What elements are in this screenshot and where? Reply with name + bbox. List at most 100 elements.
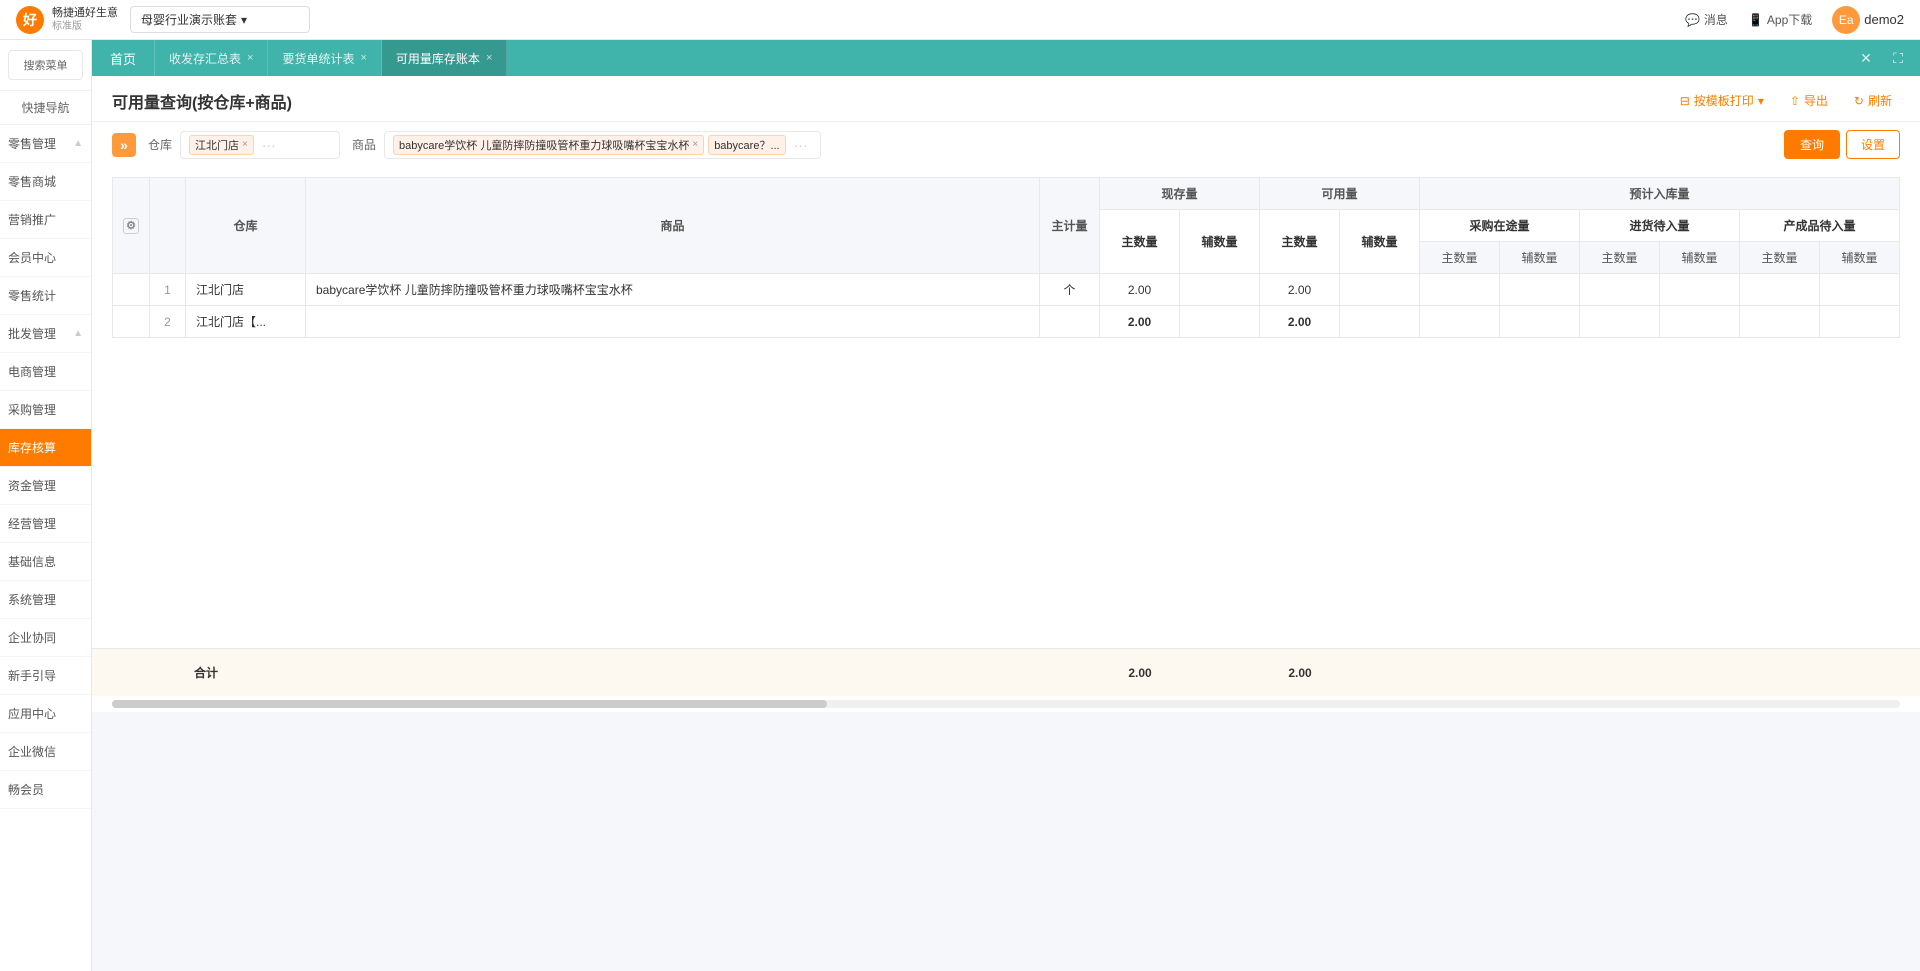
sidebar-item-wholesale[interactable]: 批发管理 ▲ [0,315,91,353]
print-chevron-icon: ▾ [1758,94,1764,108]
sidebar-item-basic-info[interactable]: 基础信息 [0,543,91,581]
total-purchase-main [1420,657,1500,688]
quick-nav-area[interactable]: 快捷导航 [0,91,91,125]
quick-nav-link[interactable]: 快捷导航 [8,99,83,116]
goods-tag-1-close[interactable]: × [692,139,698,150]
chevron-icon: ▲ [73,138,83,149]
sidebar-item-system[interactable]: 系统管理 [0,581,91,619]
message-button[interactable]: 💬 消息 [1685,11,1728,28]
user-menu[interactable]: Ea demo2 [1832,6,1904,34]
refresh-button[interactable]: ↻ 刷新 [1846,88,1900,113]
page-footer: 合计 2.00 2.00 [92,648,1920,696]
goods-tag-1[interactable]: babycare学饮杯 儿童防摔防撞吸管杯重力球吸嘴杯宝宝水杯 × [393,135,704,155]
setting-button[interactable]: 设置 [1846,130,1900,159]
warehouse-tag-close[interactable]: × [242,139,248,150]
row1-purchase-aux [1500,274,1580,306]
page-header: 可用量查询(按仓库+商品) ⊟ 按模板打印 ▾ ⇧ 导出 ↻ [92,76,1920,121]
row1-product-aux [1820,274,1900,306]
logo-area: 好 畅捷通好生意 标准版 [16,6,118,34]
export-button[interactable]: ⇧ 导出 [1782,88,1836,113]
goods-filter-label: 商品 [352,136,376,153]
sidebar-item-operations[interactable]: 经营管理 [0,505,91,543]
sidebar-search-area: 搜索菜单 [0,40,91,91]
top-bar-right: 💬 消息 📱 App下载 Ea demo2 [1685,6,1904,34]
sidebar-item-finance[interactable]: 资金管理 [0,467,91,505]
message-icon: 💬 [1685,13,1700,27]
filter-expand-button[interactable]: » [112,133,136,157]
tab-close-all-button[interactable]: ✕ [1852,44,1880,72]
row2-product-main [1740,306,1820,338]
sidebar-item-enterprise[interactable]: 企业协同 [0,619,91,657]
top-bar-left: 好 畅捷通好生意 标准版 母婴行业演示账套 ▾ [16,6,310,34]
row2-product-aux [1820,306,1900,338]
warehouse-filter-input[interactable]: 江北门店 × ··· [180,131,340,159]
print-button[interactable]: ⊟ 按模板打印 ▾ [1672,88,1772,113]
sidebar-item-newbie[interactable]: 新手引导 [0,657,91,695]
total-inbound-main [1580,657,1660,688]
goods-tag-2[interactable]: babycare？... [708,135,785,155]
sidebar: 搜索菜单 快捷导航 零售管理 ▲ 零售商城 营销推广 会员中心 零售统计 批发管… [0,40,92,971]
top-bar: 好 畅捷通好生意 标准版 母婴行业演示账套 ▾ 💬 消息 📱 App下载 Ea … [0,0,1920,40]
total-table: 合计 2.00 2.00 [112,657,1900,688]
search-menu-button[interactable]: 搜索菜单 [8,50,83,80]
goods-filter-group: 商品 babycare学饮杯 儿童防摔防撞吸管杯重力球吸嘴杯宝宝水杯 × bab… [352,131,821,159]
sidebar-item-marketing[interactable]: 营销推广 [0,201,91,239]
tab-order-stats[interactable]: 要货单统计表 × [268,40,381,76]
th-stock-aux: 辅数量 [1180,210,1260,274]
goods-filter-input[interactable]: babycare学饮杯 儿童防摔防撞吸管杯重力球吸嘴杯宝宝水杯 × babyca… [384,131,821,159]
sidebar-item-inventory[interactable]: 库存核算 [0,429,91,467]
th-purchase-aux: 辅数量 [1500,242,1580,274]
content-area: 首页 收发存汇总表 × 要货单统计表 × 可用量库存账本 × ✕ ⛶ [92,40,1920,971]
page-title: 可用量查询(按仓库+商品) [112,89,292,113]
sidebar-item-member2[interactable]: 畅会员 [0,771,91,809]
row1-goods: babycare学饮杯 儿童防摔防撞吸管杯重力球吸嘴杯宝宝水杯 [306,274,1040,306]
warehouse-filter-label: 仓库 [148,136,172,153]
page-header-actions: ⊟ 按模板打印 ▾ ⇧ 导出 ↻ 刷新 [1672,88,1900,113]
settings-icon[interactable]: ⚙ [123,218,139,234]
total-label: 合计 [184,657,304,688]
tab-close-icon-3[interactable]: × [486,52,492,64]
tab-receipts-summary[interactable]: 收发存汇总表 × [155,40,268,76]
tab-bar-actions: ✕ ⛶ [1852,44,1920,72]
warehouse-tag[interactable]: 江北门店 × [189,135,254,155]
sidebar-item-retail-mgmt[interactable]: 零售管理 ▲ [0,125,91,163]
row2-purchase-aux [1500,306,1580,338]
tab-close-icon[interactable]: × [247,52,253,64]
data-table: ⚙ 仓库 商品 主计量 现存量 可用量 预计入库量 [112,177,1900,338]
sidebar-item-wechat[interactable]: 企业微信 [0,733,91,771]
sidebar-item-purchase[interactable]: 采购管理 [0,391,91,429]
row2-avail-aux [1340,306,1420,338]
filter-more-icon[interactable]: ··· [258,137,280,153]
sidebar-item-app-center[interactable]: 应用中心 [0,695,91,733]
row1-avail-main: 2.00 [1260,274,1340,306]
table-row: 1 江北门店 babycare学饮杯 儿童防摔防撞吸管杯重力球吸嘴杯宝宝水杯 个… [113,274,1900,306]
tab-available-inventory[interactable]: 可用量库存账本 × [382,40,507,76]
sidebar-item-retail-stats[interactable]: 零售统计 [0,277,91,315]
tab-home[interactable]: 首页 [92,40,155,76]
total-check [112,657,148,688]
th-settings[interactable]: ⚙ [113,178,150,274]
row1-check [113,274,150,306]
scrollbar-thumb[interactable] [112,700,827,708]
sidebar-item-retail-mall[interactable]: 零售商城 [0,163,91,201]
table-section: ⚙ 仓库 商品 主计量 现存量 可用量 预计入库量 [92,167,1920,348]
sidebar-item-ecommerce[interactable]: 电商管理 [0,353,91,391]
row2-check [113,306,150,338]
app-download-button[interactable]: 📱 App下载 [1748,11,1812,28]
tab-close-icon-2[interactable]: × [360,52,366,64]
row2-warehouse: 江北门店【... [186,306,306,338]
goods-filter-more-icon[interactable]: ··· [790,137,812,153]
query-button[interactable]: 查询 [1784,130,1840,159]
industry-selector[interactable]: 母婴行业演示账套 ▾ [130,6,310,33]
th-avail-aux: 辅数量 [1340,210,1420,274]
th-purchase-sub: 采购在途量 [1420,210,1580,242]
horizontal-scrollbar-area [92,696,1920,712]
tab-fullscreen-button[interactable]: ⛶ [1884,44,1912,72]
th-inbound-main: 主数量 [1580,242,1660,274]
th-incoming-group: 预计入库量 [1420,178,1900,210]
total-avail-main: 2.00 [1260,657,1340,688]
logo-icon: 好 [16,6,44,34]
sidebar-item-member[interactable]: 会员中心 [0,239,91,277]
scrollbar-track[interactable] [112,700,1900,708]
th-unit: 主计量 [1040,178,1100,274]
